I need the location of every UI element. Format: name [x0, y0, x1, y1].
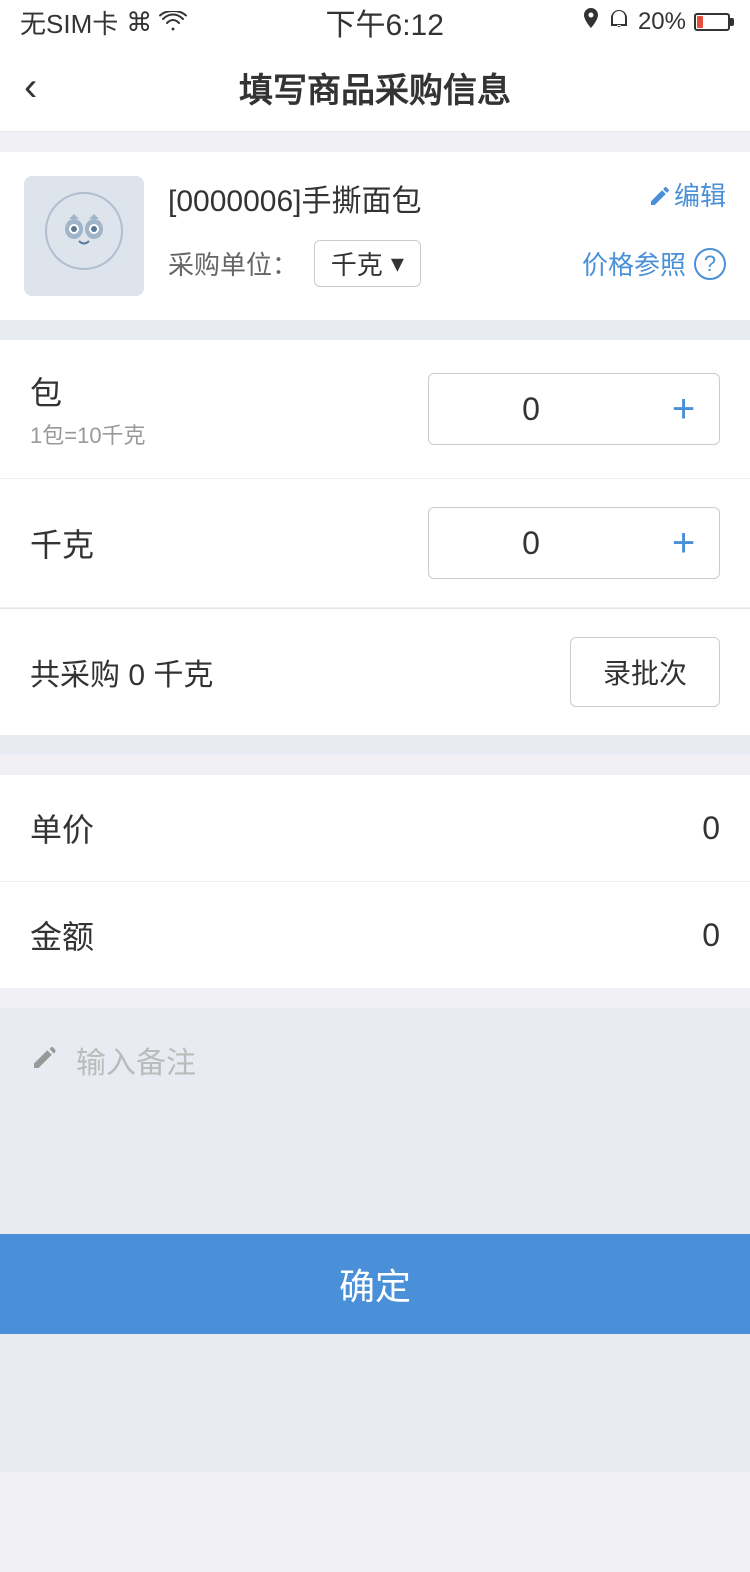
- wifi-icon: ⌘: [126, 7, 187, 38]
- kg-row: 千克 +: [0, 479, 750, 608]
- kg-input[interactable]: [428, 507, 648, 579]
- status-bar: 无SIM卡 ⌘ 下午6:12 20%: [0, 0, 750, 44]
- product-info: [0000006]手撕面包 编辑 采购单位： 千克 ▾ 价格参照 ?: [168, 176, 726, 287]
- input-section: 包 1包=10千克 + 千克 +: [0, 340, 750, 608]
- unit-price-label: 单价: [30, 805, 94, 851]
- section-divider-1: [0, 320, 750, 340]
- package-input-controls: +: [428, 373, 720, 445]
- confirm-button[interactable]: 确定: [0, 1234, 750, 1334]
- carrier-label: 无SIM卡: [20, 4, 118, 41]
- section-divider-2: [0, 735, 750, 755]
- unit-price-value: 0: [702, 810, 720, 847]
- battery-icon: [694, 13, 730, 31]
- help-icon: ?: [694, 248, 726, 280]
- package-label: 包 1包=10千克: [30, 368, 146, 450]
- price-ref-button[interactable]: 价格参照 ?: [582, 245, 726, 282]
- back-button[interactable]: ‹: [24, 65, 37, 110]
- package-input[interactable]: [428, 373, 648, 445]
- alarm-icon: [608, 8, 630, 37]
- package-plus-button[interactable]: +: [648, 373, 720, 445]
- unit-label: 采购单位：: [168, 250, 298, 280]
- package-sub: 1包=10千克: [30, 418, 146, 450]
- pencil-icon: [30, 1041, 60, 1079]
- amount-row: 金额 0: [0, 882, 750, 988]
- summary-row: 共采购 0 千克 录批次: [0, 608, 750, 735]
- kg-plus-button[interactable]: +: [648, 507, 720, 579]
- status-time: 下午6:12: [326, 0, 444, 44]
- status-right: 20%: [582, 8, 730, 37]
- page-title: 填写商品采购信息: [239, 63, 511, 112]
- amount-value: 0: [702, 917, 720, 954]
- product-logo: [44, 191, 124, 281]
- remark-placeholder: 输入备注: [76, 1038, 196, 1082]
- product-name: [0000006]手撕面包: [168, 176, 421, 220]
- remark-section[interactable]: 输入备注: [0, 1008, 750, 1112]
- nav-bar: ‹ 填写商品采购信息: [0, 44, 750, 132]
- amount-label: 金额: [30, 912, 94, 958]
- location-icon: [582, 8, 600, 37]
- package-row: 包 1包=10千克 +: [0, 340, 750, 479]
- batch-button[interactable]: 录批次: [570, 637, 720, 707]
- price-section: 单价 0 金额 0: [0, 775, 750, 988]
- battery-percentage: 20%: [638, 8, 686, 36]
- unit-select[interactable]: 千克 ▾: [314, 240, 421, 287]
- product-card: [0000006]手撕面包 编辑 采购单位： 千克 ▾ 价格参照 ?: [0, 152, 750, 320]
- summary-text: 共采购 0 千克: [30, 650, 213, 694]
- summary-amount: 0: [128, 659, 153, 692]
- product-image: [24, 176, 144, 296]
- unit-price-row: 单价 0: [0, 775, 750, 882]
- kg-input-controls: +: [428, 507, 720, 579]
- status-left: 无SIM卡 ⌘: [20, 4, 187, 41]
- kg-label: 千克: [30, 520, 94, 566]
- edit-button[interactable]: 编辑: [648, 176, 726, 213]
